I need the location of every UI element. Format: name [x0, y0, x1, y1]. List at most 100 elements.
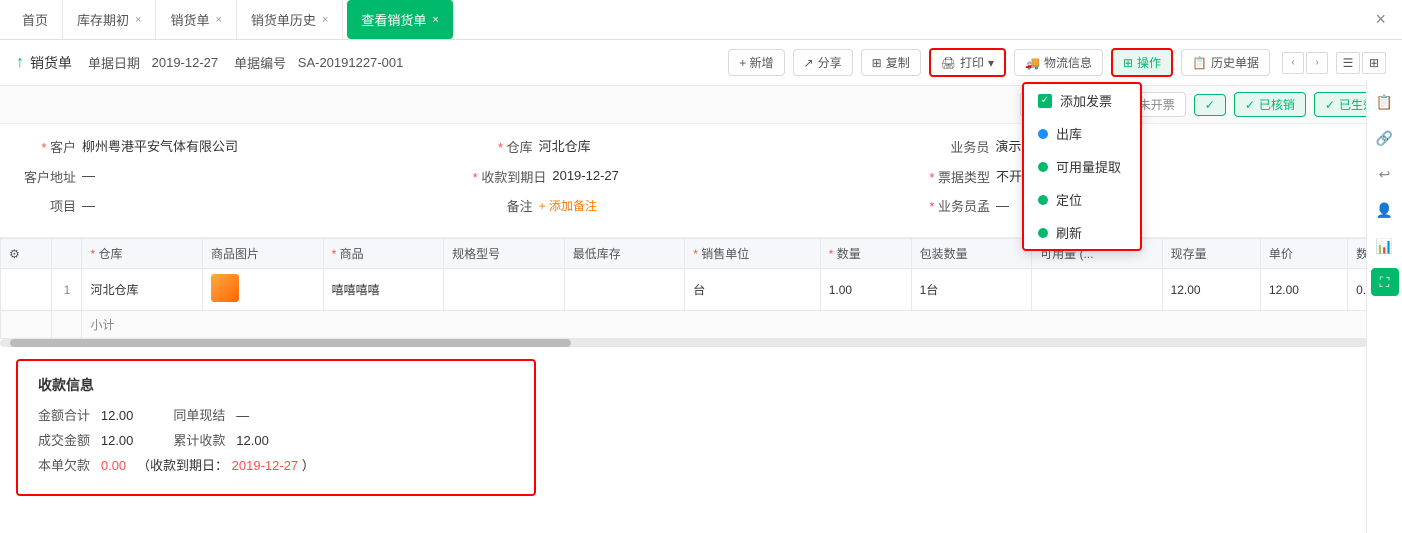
sidebar-chart-icon[interactable]: 📊 — [1371, 232, 1399, 260]
subtotal-num-cell — [52, 311, 82, 339]
sold-out-icon: ✓ — [1245, 98, 1255, 112]
sidebar-link-icon[interactable]: 🔗 — [1371, 124, 1399, 152]
copy-button[interactable]: ⊞ 复制 — [861, 49, 921, 76]
customer-value: 柳州粤港平安气体有限公司 — [82, 136, 238, 156]
table-row: 1 河北仓库 嘻嘻嘻嘻 台 1.00 1台 12.00 12.00 — [1, 269, 1402, 311]
arrears-due-date: 2019-12-27 — [232, 458, 299, 473]
salesperson-label: 业务员孟 — [929, 196, 990, 215]
share-button[interactable]: ↗ 分享 — [793, 49, 853, 76]
row-stock-cell: 12.00 — [1162, 269, 1260, 311]
row-quantity-cell: 1.00 — [820, 269, 911, 311]
project-field: 项目 — — [16, 196, 473, 215]
row-image-cell — [203, 269, 324, 311]
ticket-type-label: 票据类型 — [929, 167, 990, 186]
form-section: 客户 柳州粤港平安气体有限公司 仓库 河北仓库 业务员 演示账号 客户地址 — — [0, 124, 1402, 238]
same-order-value: — — [236, 408, 249, 423]
tab-sales-history-close[interactable]: × — [322, 14, 328, 26]
tab-home[interactable]: 首页 — [8, 0, 63, 39]
tab-view-sales[interactable]: 查看销货单 × — [347, 0, 453, 39]
col-stock: 现存量 — [1162, 239, 1260, 269]
tab-sales[interactable]: 销货单 × — [156, 0, 236, 39]
col-num — [52, 239, 82, 269]
customer-field: 客户 柳州粤港平安气体有限公司 — [16, 136, 473, 156]
operation-button[interactable]: ⊞ 操作 — [1111, 48, 1173, 77]
history-icon: 📋 — [1192, 56, 1207, 70]
row-unit-price-cell: 12.00 — [1260, 269, 1347, 311]
total-value: 12.00 — [101, 408, 134, 423]
address-value: — — [82, 168, 95, 184]
horizontal-scrollbar[interactable] — [0, 339, 1402, 347]
next-arrow[interactable]: › — [1306, 52, 1328, 74]
payment-row-2: 成交金额 12.00 累计收款 12.00 — [38, 430, 514, 449]
product-image — [211, 274, 239, 302]
tab-sales-history[interactable]: 销货单历史 × — [237, 0, 343, 39]
payment-row-1: 金额合计 12.00 同单现结 — — [38, 405, 514, 424]
row-unit-cell: 台 — [685, 269, 820, 311]
note-label: 备注 — [473, 196, 533, 215]
due-date-label: 收款到期日 — [473, 167, 547, 186]
window-close-button[interactable]: × — [1367, 9, 1394, 30]
prev-arrow[interactable]: ‹ — [1282, 52, 1304, 74]
grid-view-btn[interactable]: ⊞ — [1362, 52, 1386, 74]
table-header-row: ⚙ * 仓库 商品图片 * 商品 规格型号 最低库存 * 销售单位 * 数量 包… — [1, 239, 1402, 269]
dropdown-refresh[interactable]: 刷新 — [1024, 216, 1140, 249]
transaction-value: 12.00 — [101, 433, 134, 448]
transaction-label: 成交金额 — [38, 433, 90, 448]
project-value: — — [82, 198, 95, 214]
payment-title: 收款信息 — [38, 375, 514, 395]
staff-field: 业务员 演示账号 — [929, 136, 1386, 156]
sidebar-expand-icon[interactable]: ⛶ — [1371, 268, 1399, 296]
history-button[interactable]: 📋 历史单据 — [1181, 49, 1270, 76]
dropdown-outbound[interactable]: 出库 — [1024, 117, 1140, 150]
add-note-button[interactable]: 添加备注 — [539, 197, 597, 214]
subtotal-settings-cell — [1, 311, 52, 339]
dropdown-locate[interactable]: 定位 — [1024, 183, 1140, 216]
cumulative-field: 累计收款 12.00 — [173, 430, 268, 449]
transaction-field: 成交金额 12.00 — [38, 430, 133, 449]
tab-inventory[interactable]: 库存期初 × — [63, 0, 156, 39]
row-min-stock-cell — [564, 269, 685, 311]
logistics-button[interactable]: 🚚 物流信息 — [1014, 49, 1103, 76]
effective-icon: ✓ — [1325, 98, 1335, 112]
col-warehouse: * 仓库 — [82, 239, 203, 269]
sold-out-button[interactable]: ✓ 已核销 — [1234, 92, 1306, 117]
arrears-field: 本单欠款 0.00 （收款到期日： 2019-12-27 ） — [38, 455, 315, 474]
check-icon: ✓ — [1205, 98, 1215, 112]
list-view-btn[interactable]: ☰ — [1336, 52, 1360, 74]
sidebar-user-icon[interactable]: 👤 — [1371, 196, 1399, 224]
locate-label: 定位 — [1056, 190, 1082, 209]
checked-button[interactable]: ✓ — [1194, 94, 1226, 116]
due-date-value: 2019-12-27 — [552, 168, 619, 184]
tab-inventory-close[interactable]: × — [135, 14, 141, 26]
settings-icon[interactable]: ⚙ — [9, 247, 20, 261]
due-date-field: 收款到期日 2019-12-27 — [473, 167, 930, 186]
share-icon: ↗ — [804, 56, 814, 70]
tab-view-sales-close[interactable]: × — [432, 14, 438, 26]
outbound-radio-icon — [1038, 129, 1048, 139]
col-unit-price: 单价 — [1260, 239, 1347, 269]
row-num-cell: 1 — [52, 269, 82, 311]
sidebar-doc-icon[interactable]: 📋 — [1371, 88, 1399, 116]
row-warehouse-cell: 河北仓库 — [82, 269, 203, 311]
sub-toolbar: 📱 来自手机 ● 未开票 ✓ ✓ 已核销 ✓ 已生效 — [0, 86, 1402, 124]
dropdown-available-qty[interactable]: 可用量提取 — [1024, 150, 1140, 183]
scrollbar-thumb[interactable] — [10, 339, 571, 347]
col-product: * 商品 — [323, 239, 444, 269]
operation-dropdown: ✓ 添加发票 出库 可用量提取 定位 刷新 — [1022, 82, 1142, 251]
tab-sales-close[interactable]: × — [215, 14, 221, 26]
subtotal-label-cell: 小计 — [82, 311, 1402, 339]
warehouse-value: 河北仓库 — [539, 136, 591, 156]
staff-label: 业务员 — [929, 137, 989, 156]
project-label: 项目 — [16, 196, 76, 215]
view-toggle: ☰ ⊞ — [1336, 52, 1386, 74]
sidebar-return-icon[interactable]: ↩ — [1371, 160, 1399, 188]
print-button[interactable]: 🖨 打印 ▾ — [929, 48, 1006, 77]
payment-info-box: 收款信息 金额合计 12.00 同单现结 — 成交金额 12.00 — [16, 359, 536, 496]
new-button[interactable]: + 新增 — [728, 49, 784, 76]
available-qty-radio-icon — [1038, 162, 1048, 172]
customer-label: 客户 — [16, 137, 76, 156]
payment-row-3: 本单欠款 0.00 （收款到期日： 2019-12-27 ） — [38, 455, 514, 474]
dropdown-add-invoice[interactable]: ✓ 添加发票 — [1024, 84, 1140, 117]
same-order-field: 同单现结 — — [173, 405, 249, 424]
refresh-label: 刷新 — [1056, 223, 1082, 242]
